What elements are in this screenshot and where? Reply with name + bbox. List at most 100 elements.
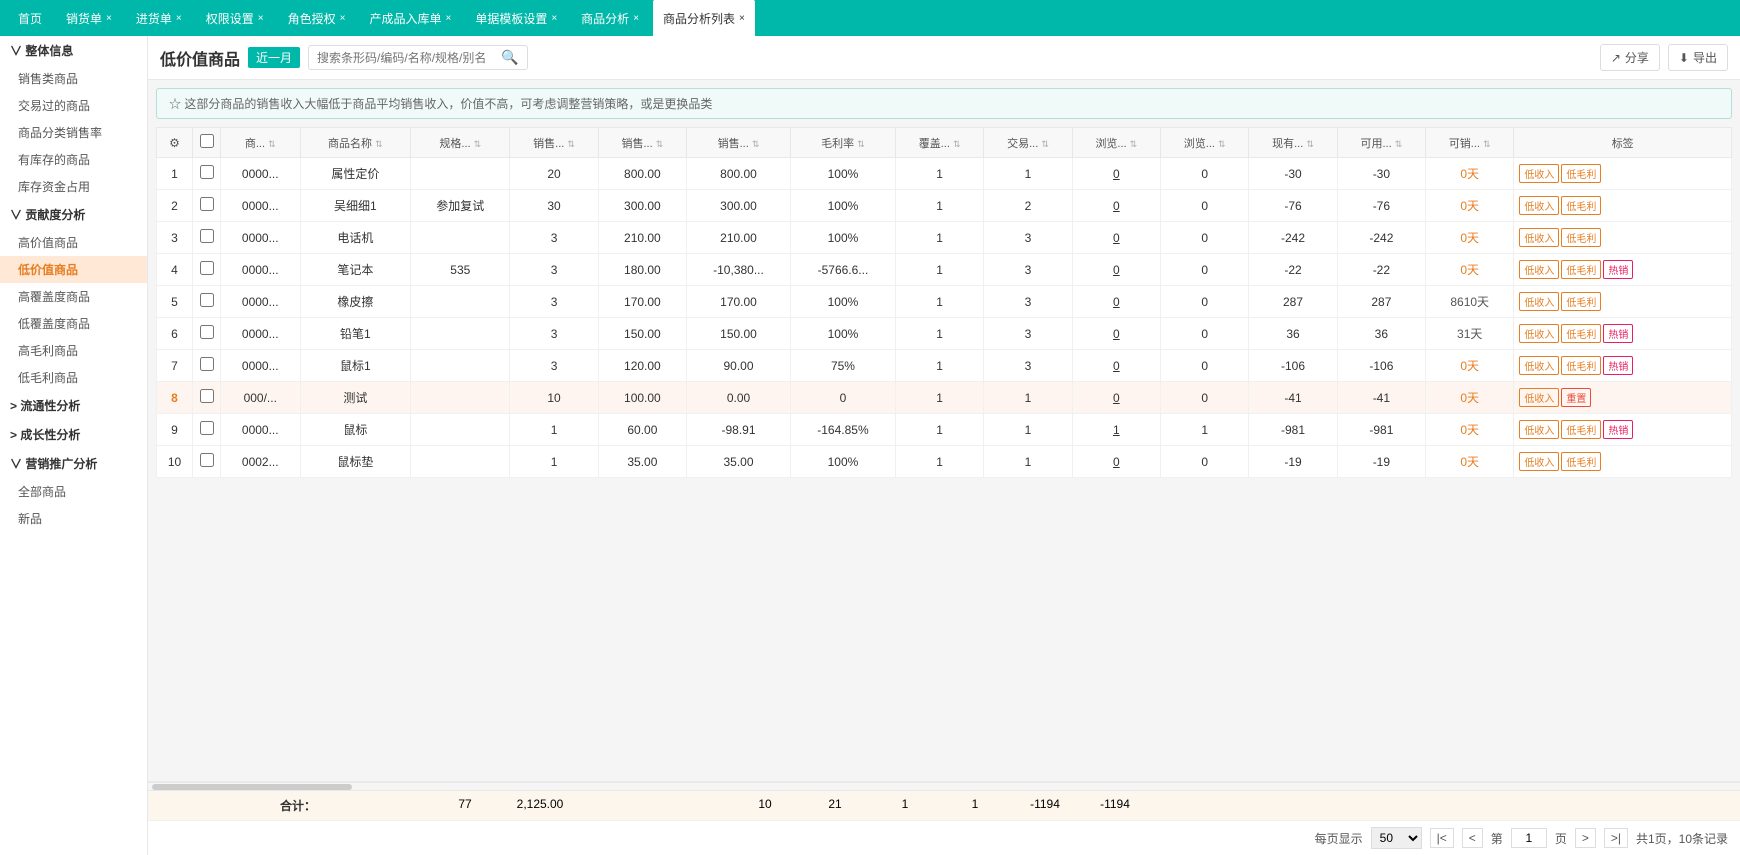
row-current: -76	[1249, 190, 1337, 222]
sidebar-item-stock-fund[interactable]: 库存资金占用	[0, 173, 147, 200]
sidebar-item-traded[interactable]: 交易过的商品	[0, 92, 147, 119]
row-check[interactable]	[193, 318, 221, 350]
sidebar-item-high-value[interactable]: 高价值商品	[0, 229, 147, 256]
th-check[interactable]	[193, 128, 221, 158]
per-page-select[interactable]: 50 100 200	[1371, 827, 1422, 849]
nav-product-in[interactable]: 产成品入库单 ×	[359, 0, 461, 36]
page-input[interactable]	[1511, 828, 1547, 848]
row-check[interactable]	[193, 414, 221, 446]
row-checkbox[interactable]	[200, 197, 214, 211]
sidebar-item-low-value[interactable]: 低价值商品	[0, 256, 147, 283]
last-page-btn[interactable]: >|	[1604, 828, 1628, 848]
select-all-checkbox[interactable]	[200, 134, 214, 148]
row-saleable: 0天	[1426, 222, 1514, 254]
total-label: 合计：	[280, 797, 380, 814]
sidebar-item-new-goods[interactable]: 新品	[0, 505, 147, 532]
row-num: 6	[157, 318, 193, 350]
nav-role[interactable]: 角色授权 ×	[278, 0, 356, 36]
row-browse1[interactable]: 0	[1072, 318, 1160, 350]
sidebar-group-flow[interactable]: > 流通性分析	[0, 391, 147, 420]
next-page-btn[interactable]: >	[1575, 828, 1596, 848]
row-browse1[interactable]: 0	[1072, 190, 1160, 222]
tag: 热销	[1603, 260, 1633, 279]
sidebar-group-growth[interactable]: > 成长性分析	[0, 420, 147, 449]
tag: 低收入	[1519, 420, 1559, 439]
row-checkbox[interactable]	[200, 357, 214, 371]
row-browse1[interactable]: 0	[1072, 382, 1160, 414]
nav-analysis[interactable]: 商品分析 ×	[571, 0, 649, 36]
row-checkbox[interactable]	[200, 325, 214, 339]
row-browse1[interactable]: 0	[1072, 446, 1160, 478]
total-info: 共1页，10条记录	[1636, 830, 1728, 847]
nav-auth-close[interactable]: ×	[258, 13, 264, 24]
row-checkbox[interactable]	[200, 229, 214, 243]
sidebar-item-high-margin[interactable]: 高毛利商品	[0, 337, 147, 364]
share-button[interactable]: ↗ 分享	[1600, 44, 1660, 71]
row-browse1[interactable]: 0	[1072, 222, 1160, 254]
tag: 低收入	[1519, 260, 1559, 279]
settings-icon[interactable]: ⚙	[169, 136, 180, 150]
sidebar-item-sales-goods[interactable]: 销售类商品	[0, 65, 147, 92]
row-browse2: 0	[1161, 254, 1249, 286]
row-browse1[interactable]: 1	[1072, 414, 1160, 446]
th-settings[interactable]: ⚙	[157, 128, 193, 158]
first-page-btn[interactable]: |<	[1430, 828, 1454, 848]
row-check[interactable]	[193, 446, 221, 478]
scrollbar[interactable]	[148, 782, 1740, 790]
row-checkbox[interactable]	[200, 293, 214, 307]
row-browse1[interactable]: 0	[1072, 286, 1160, 318]
nav-purchase-close[interactable]: ×	[176, 13, 182, 24]
row-num: 4	[157, 254, 193, 286]
nav-home[interactable]: 首页	[8, 0, 52, 36]
row-check[interactable]	[193, 158, 221, 190]
nav-sales[interactable]: 销货单 ×	[56, 0, 122, 36]
sidebar-group-marketing[interactable]: ∨ 营销推广分析	[0, 449, 147, 478]
search-input[interactable]	[317, 51, 497, 65]
prev-page-btn[interactable]: <	[1462, 828, 1483, 848]
sidebar-item-low-coverage[interactable]: 低覆盖度商品	[0, 310, 147, 337]
row-checkbox[interactable]	[200, 389, 214, 403]
row-qty: 3	[510, 350, 598, 382]
row-browse2: 0	[1161, 286, 1249, 318]
nav-analysis-close[interactable]: ×	[633, 13, 639, 24]
nav-role-close[interactable]: ×	[340, 13, 346, 24]
row-price: 210.00	[598, 222, 686, 254]
table-row: 90000...鼠标160.00-98.91-164.85%1111-981-9…	[157, 414, 1732, 446]
row-browse1[interactable]: 0	[1072, 254, 1160, 286]
sidebar-item-high-coverage[interactable]: 高覆盖度商品	[0, 283, 147, 310]
sidebar-item-low-margin[interactable]: 低毛利商品	[0, 364, 147, 391]
row-tags: 低收入重置	[1514, 382, 1732, 414]
nav-template-close[interactable]: ×	[551, 13, 557, 24]
row-check[interactable]	[193, 286, 221, 318]
nav-analysis-list-close[interactable]: ×	[739, 13, 745, 24]
sidebar-item-category-rate[interactable]: 商品分类销售率	[0, 119, 147, 146]
export-button[interactable]: ⬇ 导出	[1668, 44, 1728, 71]
row-checkbox[interactable]	[200, 453, 214, 467]
row-check[interactable]	[193, 222, 221, 254]
sidebar-item-has-stock[interactable]: 有库存的商品	[0, 146, 147, 173]
sidebar-group-overall[interactable]: ∨ 整体信息	[0, 36, 147, 65]
nav-sales-close[interactable]: ×	[106, 13, 112, 24]
table-row: 10000...属性定价20800.00800.00100%1100-30-30…	[157, 158, 1732, 190]
row-check[interactable]	[193, 190, 221, 222]
th-saleable: 可销... ⇅	[1426, 128, 1514, 158]
row-checkbox[interactable]	[200, 165, 214, 179]
nav-purchase[interactable]: 进货单 ×	[126, 0, 192, 36]
row-browse1[interactable]: 0	[1072, 158, 1160, 190]
date-tag[interactable]: 近一月	[248, 47, 300, 68]
row-browse1[interactable]: 0	[1072, 350, 1160, 382]
row-check[interactable]	[193, 350, 221, 382]
row-check[interactable]	[193, 254, 221, 286]
row-check[interactable]	[193, 382, 221, 414]
nav-template[interactable]: 单据模板设置 ×	[465, 0, 567, 36]
nav-analysis-list[interactable]: 商品分析列表 ×	[653, 0, 755, 36]
nav-auth[interactable]: 权限设置 ×	[196, 0, 274, 36]
row-checkbox[interactable]	[200, 261, 214, 275]
row-price: 800.00	[598, 158, 686, 190]
search-icon[interactable]: 🔍	[501, 49, 518, 66]
table-container[interactable]: ⚙ 商... ⇅ 商品名称 ⇅ 规格... ⇅ 销售... ⇅ 销售... ⇅ …	[156, 127, 1732, 781]
nav-product-in-close[interactable]: ×	[445, 13, 451, 24]
sidebar-group-contribution[interactable]: ∨ 贡献度分析	[0, 200, 147, 229]
row-checkbox[interactable]	[200, 421, 214, 435]
sidebar-item-all-goods[interactable]: 全部商品	[0, 478, 147, 505]
